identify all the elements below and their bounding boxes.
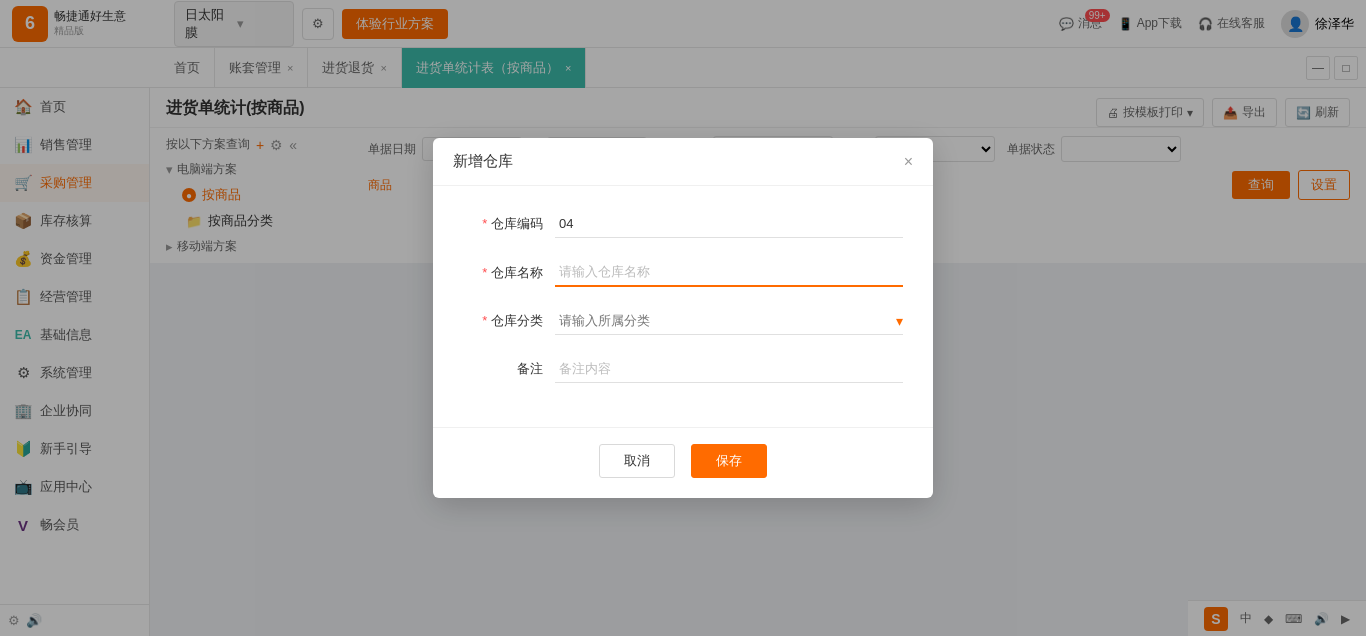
dialog-footer: 取消 保存 xyxy=(433,427,933,498)
category-select-row: ▾ xyxy=(555,307,903,335)
form-row-remark: 备注 xyxy=(463,355,903,383)
dialog-header: 新增仓库 × xyxy=(433,138,933,186)
warehouse-category-input[interactable] xyxy=(555,307,896,334)
dialog-title: 新增仓库 xyxy=(453,152,513,171)
category-field-label: 仓库分类 xyxy=(463,312,543,330)
dialog-close-button[interactable]: × xyxy=(904,154,913,170)
name-field-label: 仓库名称 xyxy=(463,264,543,282)
form-row-name: 仓库名称 xyxy=(463,258,903,287)
warehouse-code-input[interactable] xyxy=(555,210,903,238)
category-arrow-icon[interactable]: ▾ xyxy=(896,313,903,329)
form-row-code: 仓库编码 xyxy=(463,210,903,238)
warehouse-name-input[interactable] xyxy=(555,258,903,287)
cancel-button[interactable]: 取消 xyxy=(599,444,675,478)
dialog-body: 仓库编码 仓库名称 仓库分类 ▾ 备注 xyxy=(433,186,933,427)
form-row-category: 仓库分类 ▾ xyxy=(463,307,903,335)
code-field-label: 仓库编码 xyxy=(463,215,543,233)
save-button[interactable]: 保存 xyxy=(691,444,767,478)
warehouse-remark-input[interactable] xyxy=(555,355,903,383)
remark-field-label: 备注 xyxy=(463,360,543,378)
add-warehouse-dialog: 新增仓库 × 仓库编码 仓库名称 仓库分类 ▾ xyxy=(433,138,933,498)
modal-overlay: 新增仓库 × 仓库编码 仓库名称 仓库分类 ▾ xyxy=(0,0,1366,636)
